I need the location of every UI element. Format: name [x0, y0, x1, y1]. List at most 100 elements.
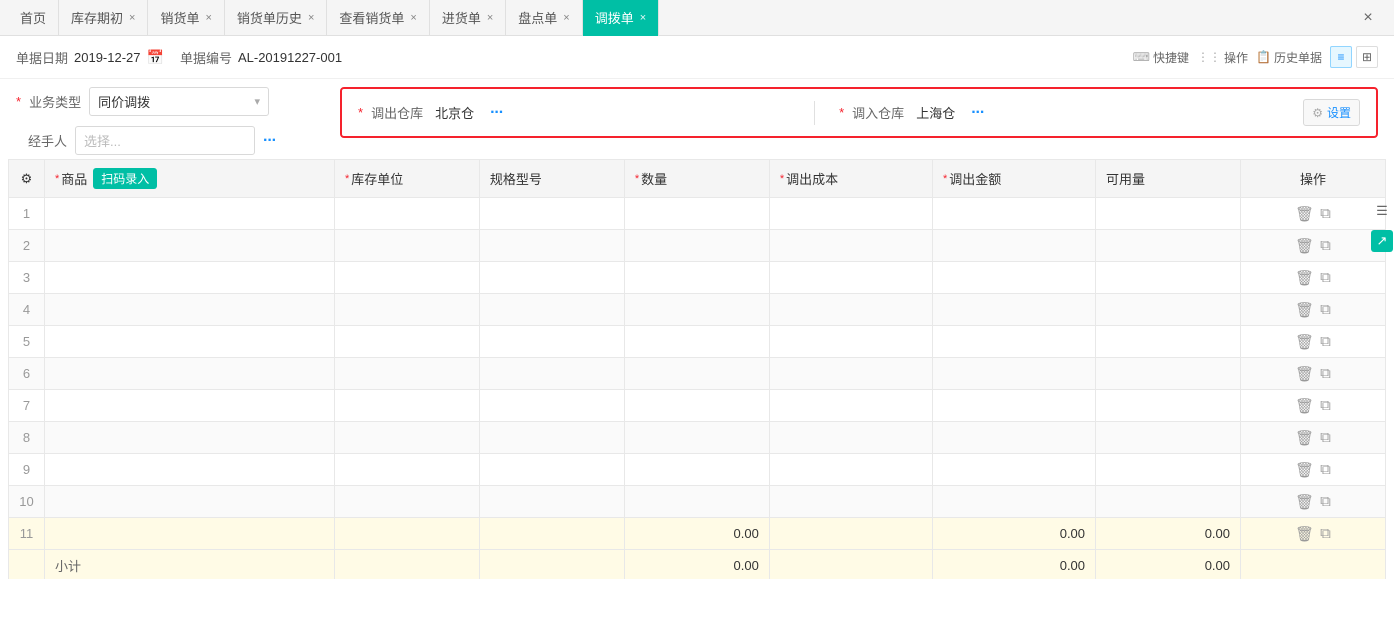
cell-spec-5[interactable]: [479, 326, 624, 358]
cell-spec-6[interactable]: [479, 358, 624, 390]
delete-icon-7[interactable]: 🗑: [1295, 397, 1314, 415]
cell-amount-3[interactable]: [932, 262, 1095, 294]
cell-product-6[interactable]: [45, 358, 335, 390]
cell-qty-4[interactable]: [624, 294, 769, 326]
cell-available-8[interactable]: [1096, 422, 1241, 454]
cell-available-4[interactable]: [1096, 294, 1241, 326]
copy-icon-5[interactable]: ⧉: [1320, 333, 1331, 350]
cell-unit-7[interactable]: [334, 390, 479, 422]
tab-close-sales-order[interactable]: ×: [205, 12, 211, 24]
settings-button[interactable]: ⚙ 设置: [1303, 99, 1360, 126]
cell-product-10[interactable]: [45, 486, 335, 518]
delete-icon-3[interactable]: 🗑: [1295, 269, 1314, 287]
cell-available-7[interactable]: [1096, 390, 1241, 422]
cell-product-2[interactable]: [45, 230, 335, 262]
cell-unit-9[interactable]: [334, 454, 479, 486]
copy-icon-3[interactable]: ⧉: [1320, 269, 1331, 286]
warehouse-in-more-btn[interactable]: ···: [971, 104, 984, 122]
cell-spec-10[interactable]: [479, 486, 624, 518]
handler-more-btn[interactable]: ···: [263, 132, 276, 150]
cell-spec-7[interactable]: [479, 390, 624, 422]
cell-product-3[interactable]: [45, 262, 335, 294]
cell-qty-8[interactable]: [624, 422, 769, 454]
tab-close-inventory-init[interactable]: ×: [129, 12, 135, 24]
cell-unit-2[interactable]: [334, 230, 479, 262]
delete-icon-8[interactable]: 🗑: [1295, 429, 1314, 447]
cell-product-9[interactable]: [45, 454, 335, 486]
shortcut-action[interactable]: ⌨ 快捷键: [1133, 49, 1189, 66]
tab-transfer-order[interactable]: 调拨单 ×: [583, 0, 659, 36]
copy-icon-1[interactable]: ⧉: [1320, 205, 1331, 222]
cell-qty-6[interactable]: [624, 358, 769, 390]
cell-product-8[interactable]: [45, 422, 335, 454]
cell-available-9[interactable]: [1096, 454, 1241, 486]
cell-spec-2[interactable]: [479, 230, 624, 262]
cell-unit-5[interactable]: [334, 326, 479, 358]
sidebar-export-btn[interactable]: ↗: [1371, 230, 1393, 252]
tab-close-view-sales[interactable]: ×: [410, 12, 416, 24]
cell-cost-6[interactable]: [769, 358, 932, 390]
cell-amount-7[interactable]: [932, 390, 1095, 422]
cell-product-1[interactable]: [45, 198, 335, 230]
cell-unit-8[interactable]: [334, 422, 479, 454]
delete-icon-1[interactable]: 🗑: [1295, 205, 1314, 223]
cell-spec-1[interactable]: [479, 198, 624, 230]
delete-icon-9[interactable]: 🗑: [1295, 461, 1314, 479]
cell-qty-3[interactable]: [624, 262, 769, 294]
cell-qty-1[interactable]: [624, 198, 769, 230]
cell-unit-3[interactable]: [334, 262, 479, 294]
cell-qty-7[interactable]: [624, 390, 769, 422]
copy-icon-2[interactable]: ⧉: [1320, 237, 1331, 254]
tab-inventory-count[interactable]: 盘点单 ×: [506, 0, 582, 36]
copy-icon-6[interactable]: ⧉: [1320, 365, 1331, 382]
cell-cost-4[interactable]: [769, 294, 932, 326]
cell-cost-5[interactable]: [769, 326, 932, 358]
copy-icon-4[interactable]: ⧉: [1320, 301, 1331, 318]
cell-qty-2[interactable]: [624, 230, 769, 262]
tab-home[interactable]: 首页: [8, 0, 59, 36]
calendar-icon[interactable]: 📅: [147, 49, 164, 66]
cell-unit-10[interactable]: [334, 486, 479, 518]
cell-unit-1[interactable]: [334, 198, 479, 230]
tab-close-transfer-order[interactable]: ×: [640, 12, 646, 24]
cell-spec-8[interactable]: [479, 422, 624, 454]
cell-amount-9[interactable]: [932, 454, 1095, 486]
copy-icon-10[interactable]: ⧉: [1320, 493, 1331, 510]
cell-amount-1[interactable]: [932, 198, 1095, 230]
cell-available-2[interactable]: [1096, 230, 1241, 262]
cell-product-7[interactable]: [45, 390, 335, 422]
tab-close-inventory-count[interactable]: ×: [563, 12, 569, 24]
cell-available-3[interactable]: [1096, 262, 1241, 294]
tab-sales-history[interactable]: 销货单历史 ×: [225, 0, 327, 36]
copy-icon-9[interactable]: ⧉: [1320, 461, 1331, 478]
cell-cost-9[interactable]: [769, 454, 932, 486]
delete-icon-4[interactable]: 🗑: [1295, 301, 1314, 319]
cell-amount-5[interactable]: [932, 326, 1095, 358]
cell-cost-1[interactable]: [769, 198, 932, 230]
cell-available-1[interactable]: [1096, 198, 1241, 230]
handler-select[interactable]: 选择...: [75, 126, 255, 155]
warehouse-out-more-btn[interactable]: ···: [490, 104, 503, 122]
cell-qty-10[interactable]: [624, 486, 769, 518]
delete-icon-11[interactable]: 🗑: [1295, 525, 1314, 543]
cell-cost-10[interactable]: [769, 486, 932, 518]
cell-product-4[interactable]: [45, 294, 335, 326]
tab-purchase-order[interactable]: 进货单 ×: [430, 0, 506, 36]
cell-available-10[interactable]: [1096, 486, 1241, 518]
cell-cost-8[interactable]: [769, 422, 932, 454]
cell-amount-2[interactable]: [932, 230, 1095, 262]
operations-action[interactable]: ⋮⋮ 操作: [1197, 49, 1248, 66]
copy-icon-8[interactable]: ⧉: [1320, 429, 1331, 446]
cell-qty-9[interactable]: [624, 454, 769, 486]
delete-icon-6[interactable]: 🗑: [1295, 365, 1314, 383]
cell-available-6[interactable]: [1096, 358, 1241, 390]
sidebar-list-btn[interactable]: ☰: [1371, 200, 1393, 222]
cell-amount-10[interactable]: [932, 486, 1095, 518]
tab-view-sales[interactable]: 查看销货单 ×: [327, 0, 429, 36]
cell-cost-7[interactable]: [769, 390, 932, 422]
copy-icon-7[interactable]: ⧉: [1320, 397, 1331, 414]
th-settings[interactable]: ⚙: [9, 160, 45, 198]
business-type-select[interactable]: 同价调拨 ▾: [89, 87, 269, 116]
tab-close-sales-history[interactable]: ×: [308, 12, 314, 24]
cell-cost-3[interactable]: [769, 262, 932, 294]
